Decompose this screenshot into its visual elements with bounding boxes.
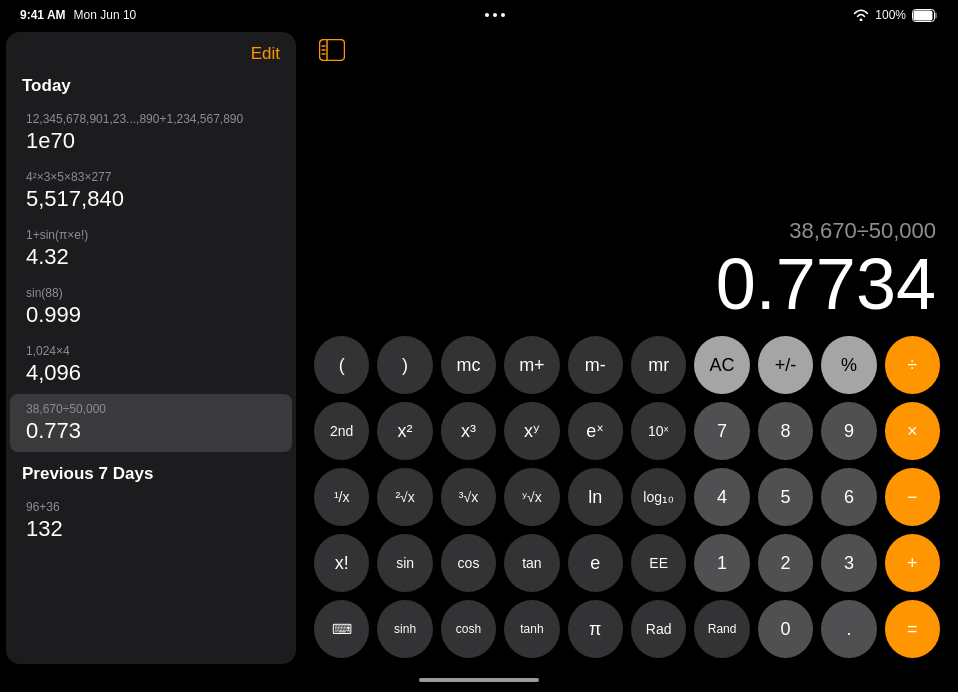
mc-button[interactable]: mc xyxy=(441,336,496,394)
ln-button[interactable]: ln xyxy=(568,468,623,526)
battery-level: 100% xyxy=(875,8,906,22)
ee-button[interactable]: EE xyxy=(631,534,686,592)
today-label: Today xyxy=(6,72,296,104)
home-bar xyxy=(419,678,539,682)
display-expression: 38,670÷50,000 xyxy=(789,218,936,244)
history-expr: 38,670÷50,000 xyxy=(26,402,276,416)
six-button[interactable]: 6 xyxy=(821,468,876,526)
cosh-button[interactable]: cosh xyxy=(441,600,496,658)
history-item[interactable]: 38,670÷50,000 0.773 xyxy=(10,394,292,452)
calculator-display: 38,670÷50,000 0.7734 xyxy=(306,72,948,336)
four-button[interactable]: 4 xyxy=(694,468,749,526)
toolbar xyxy=(306,28,948,72)
five-button[interactable]: 5 xyxy=(758,468,813,526)
rad-button[interactable]: Rad xyxy=(631,600,686,658)
history-item[interactable]: 96+36 132 xyxy=(10,492,292,550)
tanh-button[interactable]: tanh xyxy=(504,600,559,658)
status-date: Mon Jun 10 xyxy=(74,8,137,22)
three-button[interactable]: 3 xyxy=(821,534,876,592)
sinh-button[interactable]: sinh xyxy=(377,600,432,658)
history-item[interactable]: 12,345,678,901,23...,890+1,234,567,890 1… xyxy=(10,104,292,162)
history-expr: 96+36 xyxy=(26,500,276,514)
m-minus-button[interactable]: m- xyxy=(568,336,623,394)
zero-button[interactable]: 0 xyxy=(758,600,813,658)
display-result: 0.7734 xyxy=(716,248,936,320)
pi-button[interactable]: π xyxy=(568,600,623,658)
history-result: 0.773 xyxy=(26,418,276,444)
history-item[interactable]: 1+sin(π×e!) 4.32 xyxy=(10,220,292,278)
x-cubed-button[interactable]: x³ xyxy=(441,402,496,460)
history-result: 4,096 xyxy=(26,360,276,386)
battery-icon xyxy=(912,9,938,22)
history-expr: 1+sin(π×e!) xyxy=(26,228,276,242)
two-button[interactable]: 2 xyxy=(758,534,813,592)
status-bar: 9:41 AM Mon Jun 10 100% xyxy=(0,0,958,28)
m-plus-button[interactable]: m+ xyxy=(504,336,559,394)
subtract-button[interactable]: − xyxy=(885,468,940,526)
equals-button[interactable]: = xyxy=(885,600,940,658)
status-time: 9:41 AM xyxy=(20,8,66,22)
history-result: 4.32 xyxy=(26,244,276,270)
sidebar-content: Today 12,345,678,901,23...,890+1,234,567… xyxy=(6,72,296,664)
home-indicator xyxy=(0,668,958,692)
open-paren-button[interactable]: ( xyxy=(314,336,369,394)
history-result: 5,517,840 xyxy=(26,186,276,212)
sqrty-button[interactable]: ʸ√x xyxy=(504,468,559,526)
history-result: 1e70 xyxy=(26,128,276,154)
tan-button[interactable]: tan xyxy=(504,534,559,592)
history-result: 132 xyxy=(26,516,276,542)
x-squared-button[interactable]: x² xyxy=(377,402,432,460)
history-expr: 12,345,678,901,23...,890+1,234,567,890 xyxy=(26,112,276,126)
status-center-dots xyxy=(485,13,505,17)
one-button[interactable]: 1 xyxy=(694,534,749,592)
reciprocal-button[interactable]: ¹/x xyxy=(314,468,369,526)
sidebar-toggle-button[interactable] xyxy=(316,37,348,63)
plus-minus-button[interactable]: +/- xyxy=(758,336,813,394)
second-button[interactable]: 2nd xyxy=(314,402,369,460)
e-power-x-button[interactable]: eˣ xyxy=(568,402,623,460)
nine-button[interactable]: 9 xyxy=(821,402,876,460)
history-today: 12,345,678,901,23...,890+1,234,567,890 1… xyxy=(6,104,296,452)
sin-button[interactable]: sin xyxy=(377,534,432,592)
factorial-button[interactable]: x! xyxy=(314,534,369,592)
sqrt3-button[interactable]: ³√x xyxy=(441,468,496,526)
mr-button[interactable]: mr xyxy=(631,336,686,394)
percent-button[interactable]: % xyxy=(821,336,876,394)
x-power-y-button[interactable]: xʸ xyxy=(504,402,559,460)
previous-label: Previous 7 Days xyxy=(6,460,296,492)
svg-rect-2 xyxy=(914,10,933,20)
button-grid: ()mcm+m-mrAC+/-%÷ 2ndx²x³xʸeˣ10ˣ789× ¹/x²√… xyxy=(306,336,948,658)
keyboard-button[interactable]: ⌨ xyxy=(314,600,369,658)
sqrt2-button[interactable]: ²√x xyxy=(377,468,432,526)
cos-button[interactable]: cos xyxy=(441,534,496,592)
eight-button[interactable]: 8 xyxy=(758,402,813,460)
history-sidebar: Edit Today 12,345,678,901,23...,890+1,23… xyxy=(6,32,296,664)
multiply-button[interactable]: × xyxy=(885,402,940,460)
ten-power-x-button[interactable]: 10ˣ xyxy=(631,402,686,460)
edit-button[interactable]: Edit xyxy=(251,44,280,64)
svg-rect-1 xyxy=(935,12,938,18)
wifi-icon xyxy=(853,9,869,21)
seven-button[interactable]: 7 xyxy=(694,402,749,460)
close-paren-button[interactable]: ) xyxy=(377,336,432,394)
status-right: 100% xyxy=(853,8,938,22)
log10-button[interactable]: log₁₀ xyxy=(631,468,686,526)
decimal-button[interactable]: . xyxy=(821,600,876,658)
history-result: 0.999 xyxy=(26,302,276,328)
history-item[interactable]: 4²×3×5×83×277 5,517,840 xyxy=(10,162,292,220)
ac-button[interactable]: AC xyxy=(694,336,749,394)
history-previous: 96+36 132 xyxy=(6,492,296,550)
euler-button[interactable]: e xyxy=(568,534,623,592)
calculator-area: 38,670÷50,000 0.7734 ()mcm+m-mrAC+/-%÷ 2n… xyxy=(296,28,958,668)
history-expr: 1,024×4 xyxy=(26,344,276,358)
sidebar-header: Edit xyxy=(6,32,296,72)
rand-button[interactable]: Rand xyxy=(694,600,749,658)
history-expr: sin(88) xyxy=(26,286,276,300)
history-item[interactable]: sin(88) 0.999 xyxy=(10,278,292,336)
add-button[interactable]: + xyxy=(885,534,940,592)
history-expr: 4²×3×5×83×277 xyxy=(26,170,276,184)
divide-button[interactable]: ÷ xyxy=(885,336,940,394)
history-item[interactable]: 1,024×4 4,096 xyxy=(10,336,292,394)
